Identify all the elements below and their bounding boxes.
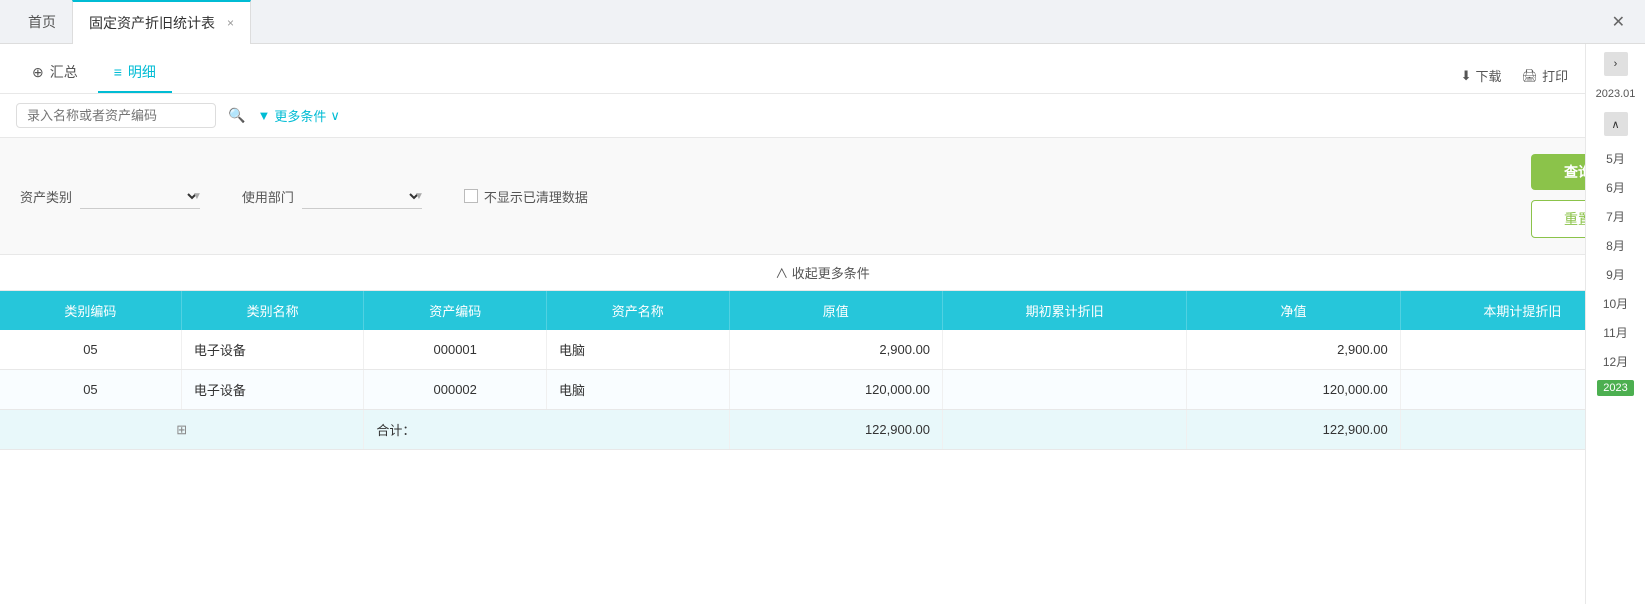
col-header-category-name: 类别名称 (181, 291, 364, 330)
download-button[interactable]: ⬇ 下载 (1461, 66, 1502, 85)
side-date-label: 2023.01 (1592, 84, 1640, 104)
total-net-value: 122,900.00 (1187, 410, 1401, 450)
no-cleared-label: 不显示已清理数据 (484, 187, 588, 206)
tab-summary-label: 汇总 (50, 62, 78, 82)
cell-category-code-1: 05 (0, 330, 181, 370)
table-header-row: 类别编码 类别名称 资产编码 资产名称 原值 期初累计折旧 净值 本期计提折旧 (0, 291, 1645, 330)
no-cleared-checkbox[interactable] (464, 189, 478, 203)
col-header-asset-code: 资产编码 (364, 291, 547, 330)
sub-tab-bar: ⊕ 汇总 ≡ 明细 ⬇ 下载 🖨 打印 ↻ 刷新 (0, 44, 1645, 94)
chevron-down-icon: ∨ (330, 108, 340, 124)
data-table-wrapper: 类别编码 类别名称 资产编码 资产名称 原值 期初累计折旧 净值 本期计提折旧 … (0, 291, 1645, 604)
cell-accumulated-dep-1 (943, 330, 1187, 370)
side-panel-expand-button[interactable]: › (1604, 52, 1628, 76)
more-conditions-label: 更多条件 (274, 106, 326, 125)
department-select[interactable] (302, 183, 422, 209)
side-month-11[interactable]: 11月 (1586, 318, 1645, 347)
total-icon: ⊞ (176, 422, 187, 437)
main-content: ⊕ 汇总 ≡ 明细 ⬇ 下载 🖨 打印 ↻ 刷新 🔍 ▼ (0, 44, 1645, 604)
filter-row-1: 资产类别 ▼ 使用部门 ▼ 不显示已清理数据 查询 重置 (20, 154, 1625, 238)
side-panel: › 2023.01 ∧ 5月 6月 7月 8月 9月 10月 11月 12月 2… (1585, 44, 1645, 604)
print-button[interactable]: 🖨 打印 (1522, 66, 1569, 85)
cell-asset-name-1: 电脑 (546, 330, 729, 370)
filter-icon: ▼ (257, 108, 270, 123)
summary-icon: ⊕ (32, 64, 44, 81)
table-row: 05 电子设备 000002 电脑 120,000.00 120,000.00 (0, 370, 1645, 410)
col-header-accumulated-dep: 期初累计折旧 (943, 291, 1187, 330)
tab-bar: 首页 固定资产折旧统计表 × ✕ (0, 0, 1645, 44)
more-conditions-button[interactable]: ▼ 更多条件 ∨ (257, 106, 339, 125)
tab-home[interactable]: 首页 (12, 0, 72, 44)
total-original-value: 122,900.00 (729, 410, 943, 450)
side-month-6[interactable]: 6月 (1586, 173, 1645, 202)
search-input[interactable] (16, 103, 216, 128)
data-table: 类别编码 类别名称 资产编码 资产名称 原值 期初累计折旧 净值 本期计提折旧 … (0, 291, 1645, 450)
cell-asset-code-1: 000001 (364, 330, 547, 370)
filter-bar: 🔍 ▼ 更多条件 ∨ (0, 94, 1645, 138)
nav-up-icon[interactable]: ∧ (1604, 112, 1628, 136)
side-month-9[interactable]: 9月 (1586, 260, 1645, 289)
download-icon: ⬇ (1461, 68, 1472, 84)
no-cleared-filter: 不显示已清理数据 (464, 187, 588, 206)
cell-asset-code-2: 000002 (364, 370, 547, 410)
col-header-category-code: 类别编码 (0, 291, 181, 330)
cell-net-value-2: 120,000.00 (1187, 370, 1401, 410)
table-row: 05 电子设备 000001 电脑 2,900.00 2,900.00 (0, 330, 1645, 370)
total-accumulated-dep (943, 410, 1187, 450)
tab-detail[interactable]: ≡ 明细 (98, 53, 172, 93)
cell-category-code-2: 05 (0, 370, 181, 410)
cell-original-value-1: 2,900.00 (729, 330, 943, 370)
side-month-12[interactable]: 12月 (1586, 347, 1645, 376)
print-icon: 🖨 (1522, 68, 1539, 84)
side-month-8[interactable]: 8月 (1586, 231, 1645, 260)
tab-active[interactable]: 固定资产折旧统计表 × (72, 0, 251, 44)
side-month-10[interactable]: 10月 (1586, 289, 1645, 318)
download-label: 下载 (1476, 66, 1502, 85)
detail-icon: ≡ (114, 64, 122, 80)
table-total-row: ⊞ 合计： 122,900.00 122,900.00 (0, 410, 1645, 450)
cell-original-value-2: 120,000.00 (729, 370, 943, 410)
side-month-7[interactable]: 7月 (1586, 202, 1645, 231)
cell-category-name-1: 电子设备 (181, 330, 364, 370)
asset-category-filter: 资产类别 ▼ (20, 183, 202, 209)
search-icon[interactable]: 🔍 (228, 107, 245, 124)
cell-asset-name-2: 电脑 (546, 370, 729, 410)
advanced-filter: 资产类别 ▼ 使用部门 ▼ 不显示已清理数据 查询 重置 (0, 138, 1645, 255)
print-label: 打印 (1542, 66, 1568, 85)
year-badge[interactable]: 2023 (1597, 380, 1633, 396)
cell-category-name-2: 电子设备 (181, 370, 364, 410)
department-filter: 使用部门 ▼ (242, 183, 424, 209)
tab-close-icon[interactable]: × (227, 1, 234, 45)
asset-category-label: 资产类别 (20, 187, 72, 206)
window-close-button[interactable]: ✕ (1604, 8, 1633, 36)
total-label-cell: 合计： (364, 410, 729, 450)
total-icon-cell: ⊞ (0, 410, 364, 450)
cell-net-value-1: 2,900.00 (1187, 330, 1401, 370)
cell-accumulated-dep-2 (943, 370, 1187, 410)
side-month-5[interactable]: 5月 (1586, 144, 1645, 173)
tab-detail-label: 明细 (128, 62, 156, 82)
col-header-asset-name: 资产名称 (546, 291, 729, 330)
collapse-button[interactable]: ∧ 收起更多条件 (0, 255, 1645, 291)
department-label: 使用部门 (242, 187, 294, 206)
col-header-original-value: 原值 (729, 291, 943, 330)
tab-active-label: 固定资产折旧统计表 (89, 1, 215, 45)
asset-category-select[interactable] (80, 183, 200, 209)
col-header-net-value: 净值 (1187, 291, 1401, 330)
tab-summary[interactable]: ⊕ 汇总 (16, 53, 94, 93)
